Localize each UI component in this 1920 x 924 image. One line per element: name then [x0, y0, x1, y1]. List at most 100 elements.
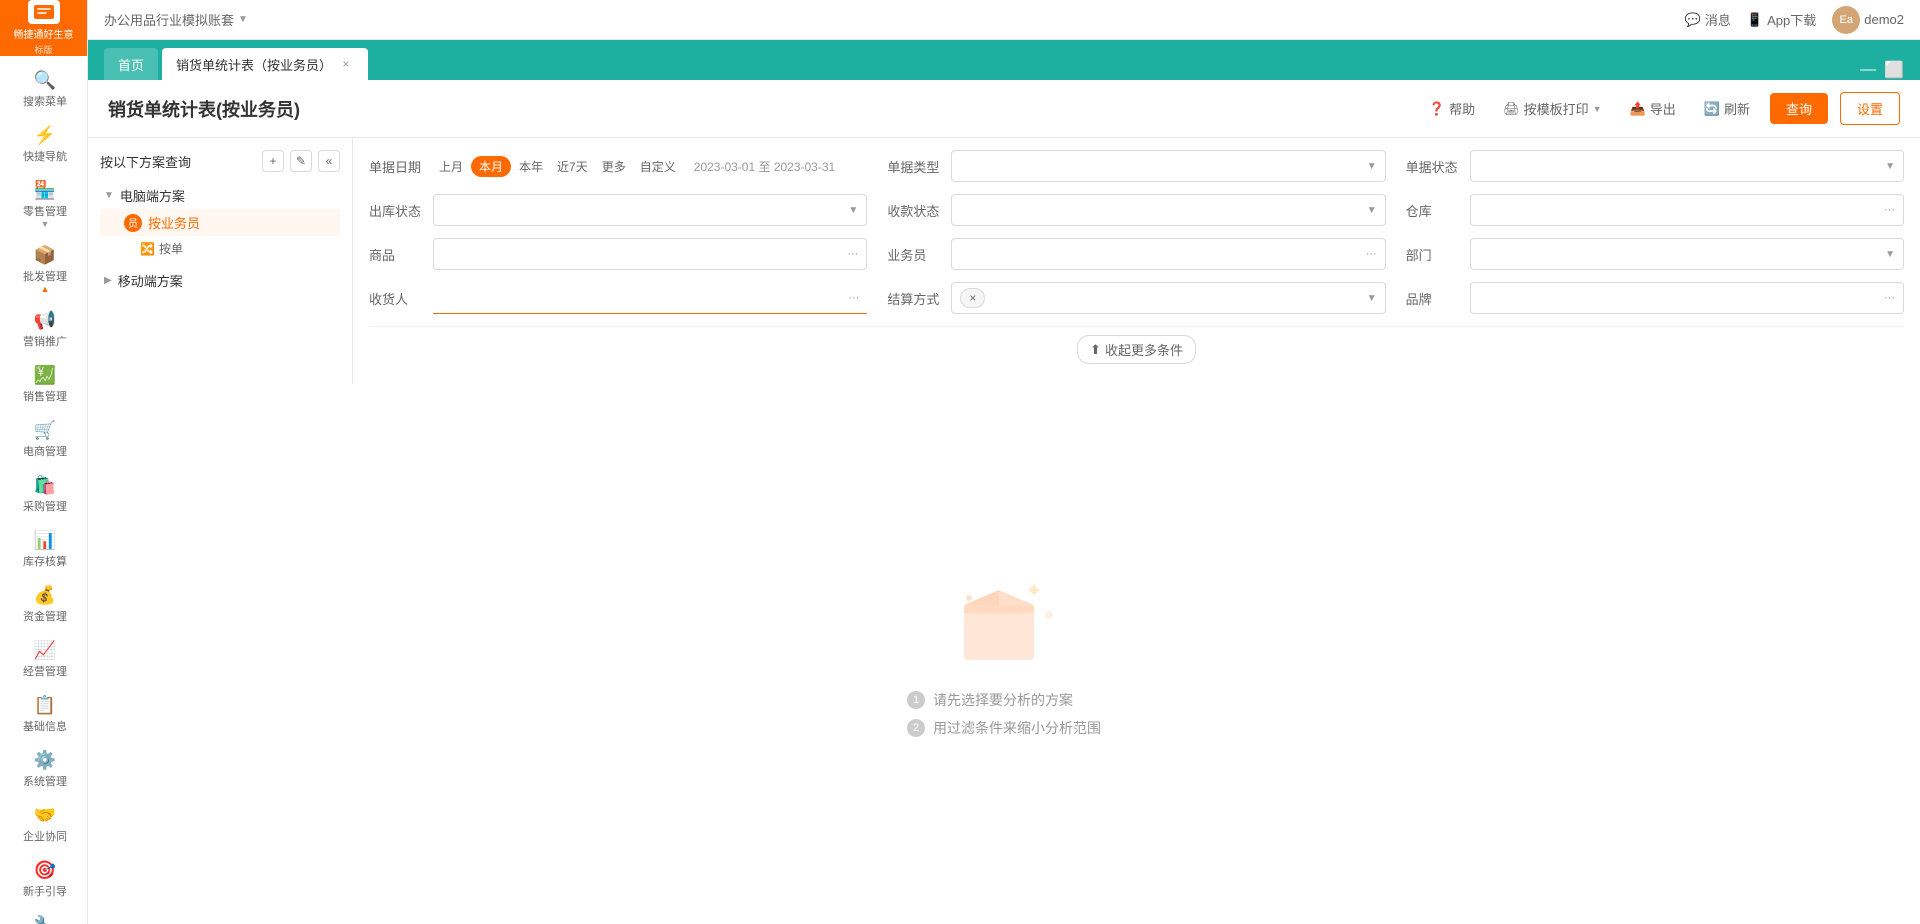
tree-arrow-down-icon: ▼ — [104, 190, 114, 201]
tab-home[interactable]: 首页 — [104, 48, 158, 80]
salesperson-scheme-label: 按业务员 — [148, 213, 200, 232]
edit-scheme-button[interactable]: ✎ — [290, 150, 312, 172]
more-icon: ··· — [1366, 248, 1377, 260]
left-panel-title: 按以下方案查询 — [100, 152, 191, 171]
more-icon: ··· — [1884, 204, 1895, 216]
sidebar-item-marketing[interactable]: 📢 营销推广 — [4, 302, 83, 357]
tab-close-icon[interactable]: × — [338, 56, 354, 72]
salesperson-control[interactable]: ··· — [951, 238, 1385, 270]
warehouse-control[interactable]: ··· — [1470, 194, 1904, 226]
chevron-down-icon: ▼ — [1885, 161, 1895, 172]
sidebar-item-quicknav[interactable]: ⚡ 快捷导航 — [4, 117, 83, 172]
sidebar-item-inventory[interactable]: 📊 库存核算 — [4, 522, 83, 577]
print-icon: 🖨 — [1503, 101, 1520, 117]
tab-maximize-icon[interactable]: ⬜ — [1884, 60, 1904, 80]
retail-icon: 🏪 — [34, 180, 56, 201]
desktop-scheme-parent[interactable]: ▼ 电脑端方案 — [100, 182, 340, 209]
salesperson-scheme-icon: 员 — [124, 214, 142, 232]
sidebar-ops-label: 经营管理 — [23, 663, 67, 679]
tab-minimize-icon[interactable]: — — [1860, 61, 1876, 79]
doc-status-control[interactable]: ▼ — [1470, 150, 1904, 182]
query-button[interactable]: 查询 — [1770, 93, 1828, 124]
sidebar-item-apps[interactable]: 🔧 应用中心 — [4, 907, 83, 924]
finance-icon: 💰 — [34, 585, 56, 606]
collapse-filters-button[interactable]: ⬆ 收起更多条件 — [1077, 335, 1196, 364]
sidebar-item-purchase[interactable]: 🛍️ 采购管理 — [4, 467, 83, 522]
receive-status-control[interactable]: ▼ — [951, 194, 1385, 226]
desktop-scheme-label: 电脑端方案 — [120, 186, 185, 205]
date-tab-last-month[interactable]: 上月 — [433, 156, 469, 177]
settlement-tag-close[interactable]: × — [969, 291, 976, 305]
message-button[interactable]: 💬 消息 — [1685, 10, 1731, 29]
ops-icon: 📈 — [34, 640, 56, 661]
sidebar-item-enterprise[interactable]: 🤝 企业协同 — [4, 797, 83, 852]
right-filter: 单据日期 上月 本月 本年 近7天 更多 自定义 20 — [353, 138, 1920, 384]
content-area: 销货单统计表(按业务员) ❓ 帮助 🖨 按模板打印 ▼ 📤 导出 — [88, 80, 1920, 924]
mobile-scheme-parent[interactable]: ▶ 移动端方案 — [100, 267, 340, 294]
chevron-down-icon: ▼ — [1367, 205, 1377, 216]
date-tabs: 上月 本月 本年 近7天 更多 自定义 — [433, 156, 682, 177]
page: 销货单统计表(按业务员) ❓ 帮助 🖨 按模板打印 ▼ 📤 导出 — [88, 80, 1920, 924]
sidebar-item-ecommerce[interactable]: 🛒 电商管理 — [4, 412, 83, 467]
template-print-button[interactable]: 🖨 按模板打印 ▼ — [1495, 95, 1609, 122]
sidebar-item-finance[interactable]: 💰 资金管理 — [4, 577, 83, 632]
help-icon: ❓ — [1429, 101, 1445, 117]
more-icon: ··· — [847, 248, 858, 260]
sidebar-item-sales[interactable]: 💹 销售管理 — [4, 357, 83, 412]
receiver-control[interactable]: ··· — [433, 282, 867, 314]
receiver-input[interactable] — [441, 290, 848, 305]
date-filter-item: 单据日期 上月 本月 本年 近7天 更多 自定义 20 — [369, 156, 867, 177]
refresh-button[interactable]: 🔄 刷新 — [1696, 95, 1758, 122]
scheme-by-salesperson[interactable]: 员 按业务员 — [100, 209, 340, 236]
sidebar-item-basic[interactable]: 📋 基础信息 — [4, 687, 83, 742]
doc-type-filter-item: 单据类型 ▼ — [887, 150, 1385, 182]
chevron-down-icon: ▼ — [848, 205, 858, 216]
empty-step-2: 2 用过滤条件来缩小分析范围 — [907, 718, 1101, 738]
quick-nav-section: 🔍 搜索菜单 ⚡ 快捷导航 🏪 零售管理 ▼ 📦 批发管理 ▲ 📢 营销推广 💹… — [0, 56, 87, 924]
sidebar-item-wholesale[interactable]: 📦 批发管理 ▲ — [4, 237, 83, 302]
department-control[interactable]: ▼ — [1470, 238, 1904, 270]
system-icon: ⚙️ — [34, 750, 56, 771]
brand-label: 品牌 — [1406, 289, 1462, 308]
settings-button[interactable]: 设置 — [1840, 92, 1900, 125]
date-tab-more[interactable]: 更多 — [596, 156, 632, 177]
help-button[interactable]: ❓ 帮助 — [1421, 95, 1483, 122]
scheme-by-order[interactable]: 🔀 按单 — [100, 236, 340, 261]
logo-icon — [28, 0, 60, 24]
left-panel-actions: + ✎ « — [262, 150, 340, 172]
sidebar-item-newbie[interactable]: 🎯 新手引导 — [4, 852, 83, 907]
tab-sales-report[interactable]: 销货单统计表（按业务员） × — [162, 48, 368, 80]
date-tab-custom[interactable]: 自定义 — [634, 156, 682, 177]
sidebar-newbie-label: 新手引导 — [23, 883, 67, 899]
doc-type-control[interactable]: ▼ — [951, 150, 1385, 182]
app-download-label: App下载 — [1767, 10, 1816, 29]
tab-controls: — ⬜ — [1860, 60, 1904, 80]
date-tab-this-year[interactable]: 本年 — [513, 156, 549, 177]
empty-steps: 1 请先选择要分析的方案 2 用过滤条件来缩小分析范围 — [907, 690, 1101, 738]
date-tab-this-month[interactable]: 本月 — [471, 156, 511, 177]
enterprise-icon: 🤝 — [34, 805, 56, 826]
sidebar-item-search[interactable]: 🔍 搜索菜单 — [4, 62, 83, 117]
out-status-control[interactable]: ▼ — [433, 194, 867, 226]
topbar: 办公用品行业模拟账套 ▼ 💬 消息 📱 App下载 Ea demo2 — [88, 0, 1920, 40]
logo: 畅捷通好生意 标版 — [0, 0, 88, 56]
brand-filter-item: 品牌 ··· — [1406, 282, 1904, 314]
quicknav-icon: ⚡ — [34, 125, 56, 146]
sidebar-item-system[interactable]: ⚙️ 系统管理 — [4, 742, 83, 797]
avatar: Ea — [1832, 6, 1860, 34]
settlement-control[interactable]: × ▼ — [951, 282, 1385, 314]
collapse-panel-button[interactable]: « — [318, 150, 340, 172]
sidebar-item-ops[interactable]: 📈 经营管理 — [4, 632, 83, 687]
user-menu[interactable]: Ea demo2 — [1832, 6, 1904, 34]
app-download-button[interactable]: 📱 App下载 — [1747, 10, 1816, 29]
doc-type-label: 单据类型 — [887, 157, 943, 176]
add-scheme-button[interactable]: + — [262, 150, 284, 172]
sidebar-item-retail[interactable]: 🏪 零售管理 ▼ — [4, 172, 83, 237]
product-control[interactable]: ··· — [433, 238, 867, 270]
step-2-number: 2 — [907, 719, 925, 737]
receiver-label: 收货人 — [369, 289, 425, 308]
account-selector[interactable]: 办公用品行业模拟账套 ▼ — [104, 10, 248, 29]
brand-control[interactable]: ··· — [1470, 282, 1904, 314]
export-button[interactable]: 📤 导出 — [1622, 95, 1684, 122]
date-tab-7days[interactable]: 近7天 — [551, 156, 594, 177]
